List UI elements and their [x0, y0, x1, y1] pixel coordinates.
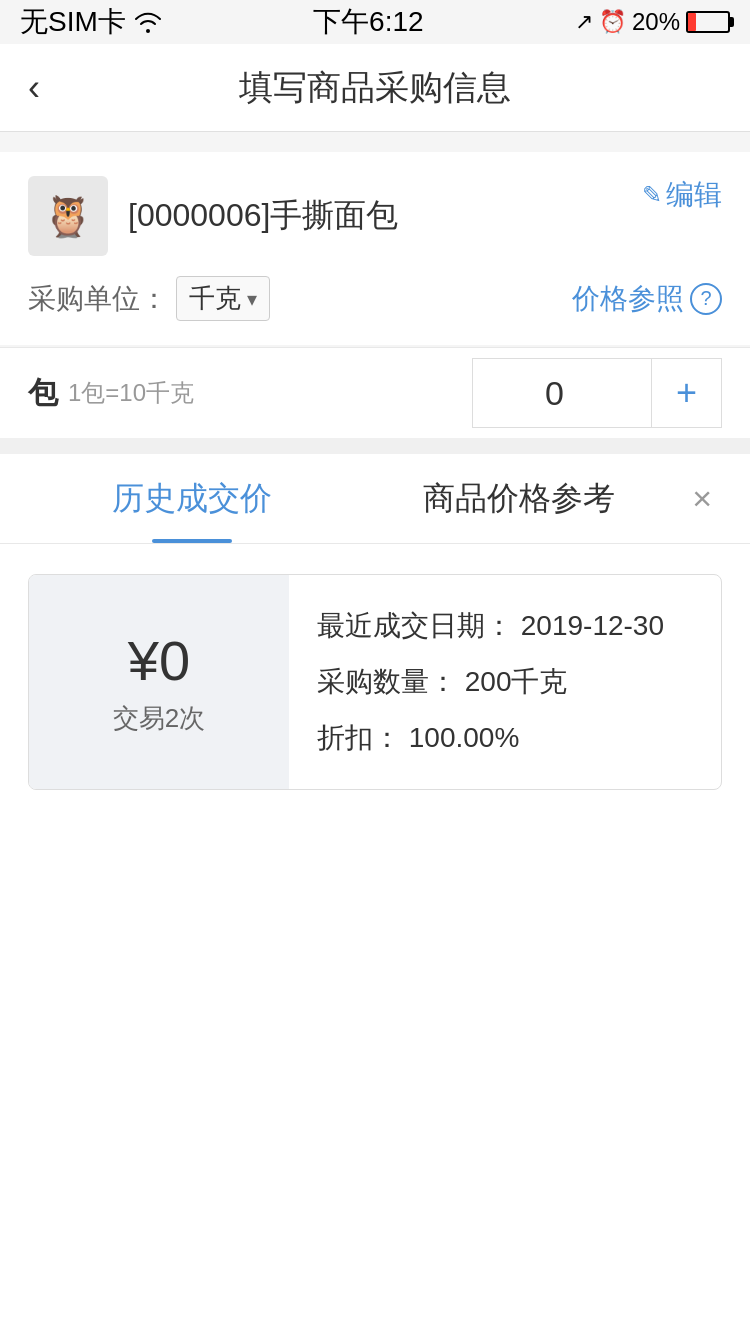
product-unit-row: 采购单位： 千克 ▾ 价格参照 ? — [28, 276, 722, 321]
quantity-section: 包 1包=10千克 + — [0, 347, 750, 438]
edit-icon: ✎ — [642, 181, 662, 209]
battery-icon — [686, 11, 730, 33]
discount-label: 折扣： — [317, 722, 401, 753]
status-carrier: 无SIM卡 — [20, 3, 162, 41]
price-card-left: ¥0 交易2次 — [29, 575, 289, 789]
edit-button[interactable]: ✎ 编辑 — [642, 176, 722, 214]
battery-percent: 20% — [632, 8, 680, 36]
product-name: [0000006]手撕面包 — [128, 194, 398, 238]
page-title: 填写商品采购信息 — [239, 65, 511, 111]
quantity-row: 包 1包=10千克 + — [28, 348, 722, 438]
price-transactions: 交易2次 — [113, 701, 205, 736]
tab-history-price[interactable]: 历史成交价 — [28, 454, 355, 543]
status-right: ↗ ⏰ 20% — [575, 8, 730, 36]
page-bottom — [0, 820, 750, 1334]
quantity-row-detail: 采购数量： 200千克 — [317, 663, 693, 701]
help-icon: ? — [690, 283, 722, 315]
product-info: 🦉 [0000006]手撕面包 — [28, 176, 398, 256]
recent-date-value: 2019-12-30 — [521, 610, 664, 641]
tabs-section: 历史成交价 商品价格参考 × ¥0 交易2次 最近成交日期： 2019-12-3… — [0, 454, 750, 820]
quantity-plus-button[interactable]: + — [652, 358, 722, 428]
price-history-content: ¥0 交易2次 最近成交日期： 2019-12-30 采购数量： 200千克 折… — [0, 544, 750, 820]
discount-row: 折扣： 100.00% — [317, 719, 693, 757]
tab-product-label: 商品价格参考 — [423, 477, 615, 521]
carrier-text: 无SIM卡 — [20, 3, 126, 41]
tab-history-label: 历史成交价 — [112, 477, 272, 521]
product-card: 🦉 [0000006]手撕面包 ✎ 编辑 采购单位： 千克 ▾ 价格参照 ? — [0, 152, 750, 345]
location-icon: ↗ — [575, 9, 593, 35]
wifi-icon — [134, 11, 162, 33]
alarm-icon: ⏰ — [599, 9, 626, 35]
tabs-close-button[interactable]: × — [682, 469, 722, 528]
quantity-detail-value: 200千克 — [465, 666, 568, 697]
section-divider — [0, 438, 750, 454]
product-header: 🦉 [0000006]手撕面包 ✎ 编辑 — [28, 176, 722, 256]
unit-dropdown[interactable]: 千克 ▾ — [176, 276, 270, 321]
price-ref-button[interactable]: 价格参照 ? — [572, 280, 722, 318]
status-time: 下午6:12 — [313, 3, 424, 41]
back-button[interactable]: ‹ — [28, 67, 40, 109]
unit-label: 采购单位： 千克 ▾ — [28, 276, 270, 321]
tab-product-price[interactable]: 商品价格参考 — [355, 454, 682, 543]
discount-value: 100.00% — [409, 722, 520, 753]
unit-badge: 包 — [28, 373, 58, 414]
recent-date-row: 最近成交日期： 2019-12-30 — [317, 607, 693, 645]
recent-date-label: 最近成交日期： — [317, 610, 513, 641]
quantity-detail-label: 采购数量： — [317, 666, 457, 697]
price-card-right: 最近成交日期： 2019-12-30 采购数量： 200千克 折扣： 100.0… — [289, 575, 721, 789]
price-amount: ¥0 — [128, 628, 190, 693]
price-card: ¥0 交易2次 最近成交日期： 2019-12-30 采购数量： 200千克 折… — [28, 574, 722, 790]
tab-active-indicator — [152, 539, 232, 543]
product-image-icon: 🦉 — [43, 193, 93, 240]
nav-bar: ‹ 填写商品采购信息 — [0, 44, 750, 132]
quantity-input-group: + — [472, 358, 722, 428]
product-thumbnail: 🦉 — [28, 176, 108, 256]
tabs-header: 历史成交价 商品价格参考 × — [0, 454, 750, 544]
status-bar: 无SIM卡 下午6:12 ↗ ⏰ 20% — [0, 0, 750, 44]
dropdown-arrow-icon: ▾ — [247, 287, 257, 311]
quantity-unit-info: 包 1包=10千克 — [28, 373, 194, 414]
quantity-input[interactable] — [472, 358, 652, 428]
unit-ratio: 1包=10千克 — [68, 377, 194, 409]
